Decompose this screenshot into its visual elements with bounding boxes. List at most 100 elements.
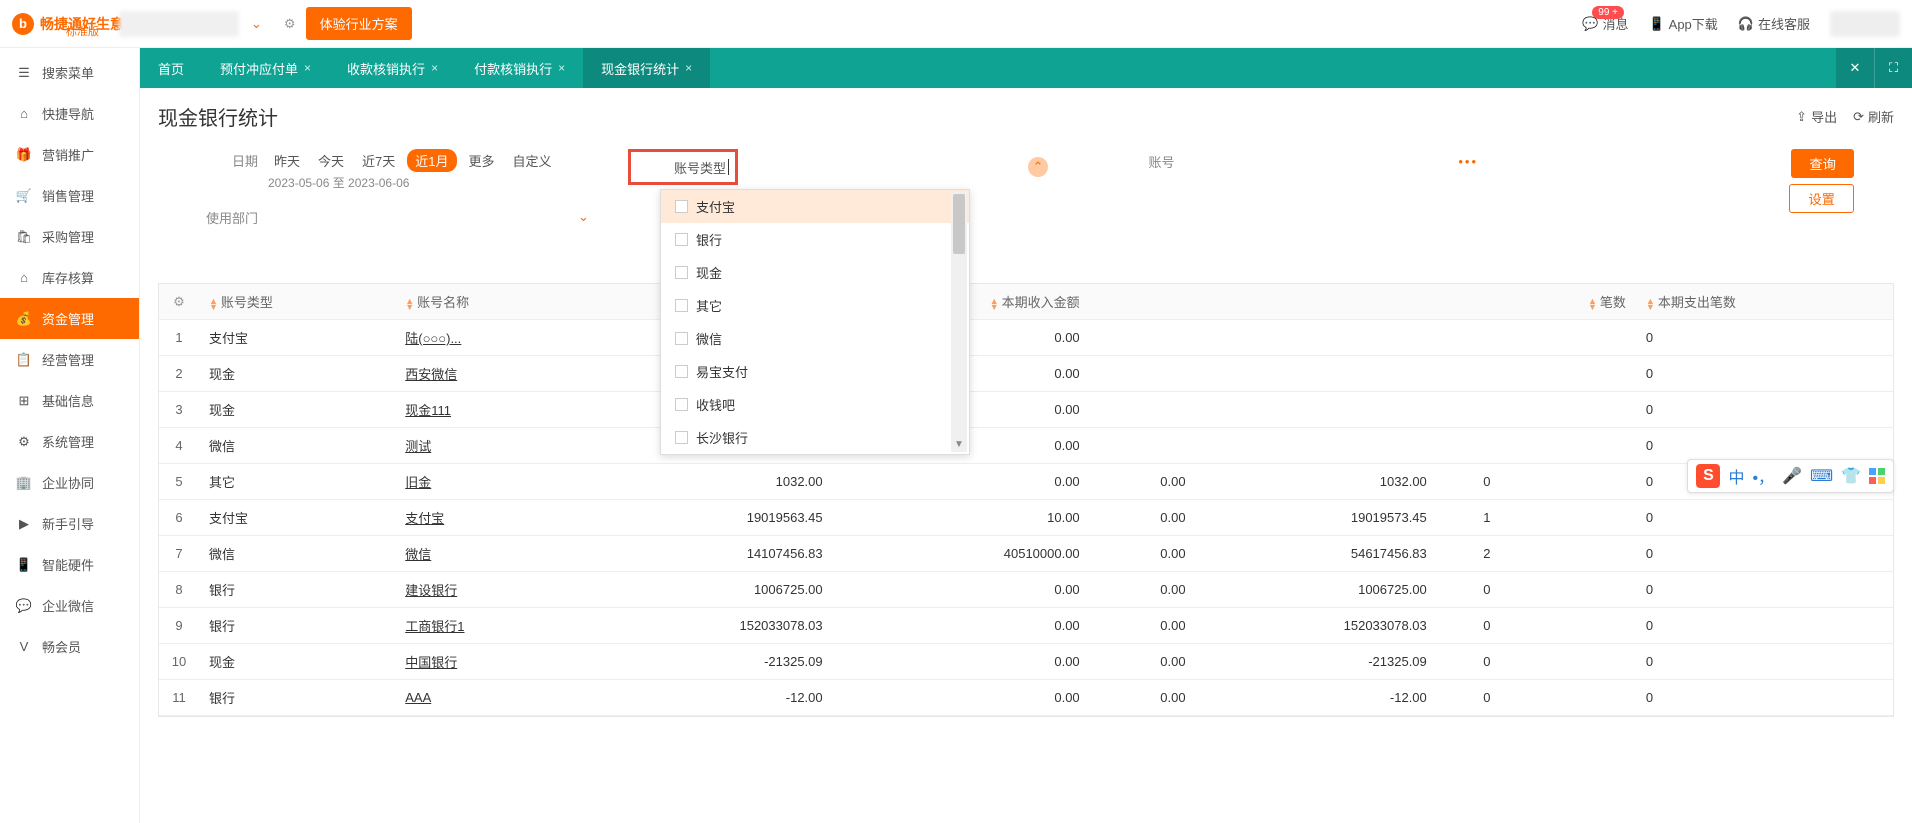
- sidebar-item-3[interactable]: 🛒销售管理: [0, 175, 139, 216]
- checkbox[interactable]: [675, 398, 688, 411]
- sidebar-item-13[interactable]: 💬企业微信: [0, 585, 139, 626]
- scroll-down-icon[interactable]: ▼: [954, 439, 964, 450]
- tab-expand-button[interactable]: ⛶: [1874, 48, 1912, 88]
- messages-link[interactable]: 💬 消息 99 +: [1582, 14, 1628, 33]
- tab-0[interactable]: 首页: [140, 48, 202, 88]
- sidebar-item-1[interactable]: ⌂快捷导航: [0, 93, 139, 134]
- sort-icon[interactable]: ▲▼: [1588, 298, 1597, 310]
- sidebar-item-2[interactable]: 🎁营销推广: [0, 134, 139, 175]
- ime-skin-icon[interactable]: 👕: [1841, 466, 1861, 486]
- tab-2[interactable]: 收款核销执行×: [329, 48, 456, 88]
- tab-close-icon[interactable]: ×: [685, 61, 692, 75]
- sidebar-item-10[interactable]: 🏢企业协同: [0, 462, 139, 503]
- ime-punct-icon[interactable]: •，: [1752, 464, 1774, 488]
- sidebar-item-4[interactable]: 🛍采购管理: [0, 216, 139, 257]
- export-button[interactable]: ⇪导出: [1796, 107, 1837, 126]
- ime-mic-icon[interactable]: 🎤: [1782, 466, 1802, 486]
- sort-icon[interactable]: ▲▼: [405, 298, 414, 310]
- sort-icon[interactable]: ▲▼: [990, 298, 999, 310]
- dept-chevron-icon[interactable]: ⌄: [578, 209, 589, 225]
- dropdown-option-2[interactable]: 现金: [661, 256, 969, 289]
- refresh-button[interactable]: ⟳刷新: [1853, 107, 1894, 126]
- more-filters-icon[interactable]: •••: [1458, 154, 1478, 169]
- dropdown-option-6[interactable]: 收钱吧: [661, 388, 969, 421]
- account-link[interactable]: 微信: [405, 547, 431, 562]
- checkbox[interactable]: [675, 299, 688, 312]
- date-tag-2[interactable]: 近7天: [356, 149, 401, 172]
- column-header-2[interactable]: ▲▼账号名称: [395, 284, 591, 320]
- tab-4[interactable]: 现金银行统计×: [583, 48, 710, 88]
- query-button[interactable]: 查询: [1791, 149, 1854, 178]
- checkbox[interactable]: [675, 332, 688, 345]
- sidebar-item-14[interactable]: V畅会员: [0, 626, 139, 667]
- sidebar-item-6[interactable]: 💰资金管理: [0, 298, 139, 339]
- column-header-6[interactable]: [1196, 284, 1437, 320]
- app-download-link[interactable]: 📱 App下载: [1648, 14, 1717, 33]
- tab-close-icon[interactable]: ×: [558, 61, 565, 75]
- sidebar-item-0[interactable]: ☰搜索菜单: [0, 52, 139, 93]
- date-tag-5[interactable]: 自定义: [507, 149, 558, 172]
- date-tag-1[interactable]: 今天: [312, 149, 350, 172]
- sidebar-item-9[interactable]: ⚙系统管理: [0, 421, 139, 462]
- tab-3[interactable]: 付款核销执行×: [456, 48, 583, 88]
- sidebar-item-7[interactable]: 📋经营管理: [0, 339, 139, 380]
- account-link[interactable]: 中国银行: [405, 655, 457, 670]
- dropdown-option-3[interactable]: 其它: [661, 289, 969, 322]
- date-tag-3[interactable]: 近1月: [407, 149, 456, 172]
- account-link[interactable]: 支付宝: [405, 511, 444, 526]
- column-header-9[interactable]: ▲▼本期支出笔数: [1636, 284, 1893, 320]
- checkbox[interactable]: [675, 266, 688, 279]
- ime-keyboard-icon[interactable]: ⌨: [1810, 466, 1833, 486]
- column-header-0[interactable]: ⚙: [159, 284, 199, 320]
- tab-close-icon[interactable]: ×: [304, 61, 311, 75]
- account-link[interactable]: AAA: [405, 690, 431, 705]
- account-link[interactable]: 工商银行1: [405, 619, 464, 634]
- account-link[interactable]: 旧金: [405, 475, 431, 490]
- account-input[interactable]: [1184, 149, 1448, 173]
- trial-button[interactable]: 体验行业方案: [306, 7, 412, 40]
- gear-icon[interactable]: ⚙: [284, 16, 296, 32]
- dropdown-option-7[interactable]: 长沙银行: [661, 421, 969, 454]
- dropdown-option-4[interactable]: 微信: [661, 322, 969, 355]
- date-tag-0[interactable]: 昨天: [268, 149, 306, 172]
- sidebar-item-12[interactable]: 📱智能硬件: [0, 544, 139, 585]
- sort-icon[interactable]: ▲▼: [1646, 298, 1655, 310]
- tab-close-button[interactable]: ✕: [1836, 48, 1874, 88]
- column-header-1[interactable]: ▲▼账号类型: [199, 284, 395, 320]
- org-chevron-icon[interactable]: ⌄: [251, 16, 262, 32]
- date-tag-4[interactable]: 更多: [463, 149, 501, 172]
- sidebar-item-8[interactable]: ⊞基础信息: [0, 380, 139, 421]
- account-link[interactable]: 西安微信: [405, 367, 457, 382]
- dropdown-option-0[interactable]: 支付宝: [661, 190, 969, 223]
- dept-input[interactable]: [268, 205, 548, 229]
- checkbox[interactable]: [675, 200, 688, 213]
- checkbox[interactable]: [675, 431, 688, 444]
- account-link[interactable]: 建设银行: [405, 583, 457, 598]
- sidebar-item-11[interactable]: ▶新手引导: [0, 503, 139, 544]
- checkbox[interactable]: [675, 233, 688, 246]
- dropdown-option-5[interactable]: 易宝支付: [661, 355, 969, 388]
- ime-lang-label[interactable]: 中: [1728, 464, 1744, 488]
- column-header-5[interactable]: [1090, 284, 1196, 320]
- sidebar-item-5[interactable]: ⌂库存核算: [0, 257, 139, 298]
- dropdown-scrollbar[interactable]: ▼: [951, 192, 967, 452]
- scrollbar-thumb[interactable]: [953, 194, 965, 254]
- column-header-7[interactable]: [1437, 284, 1501, 320]
- org-name-blurred[interactable]: [119, 11, 239, 37]
- account-type-collapse-icon[interactable]: ⌃: [1028, 157, 1048, 177]
- account-link[interactable]: 陆(○○○)...: [405, 331, 461, 346]
- account-link[interactable]: 现金111: [405, 403, 451, 418]
- column-header-8[interactable]: ▲▼笔数: [1500, 284, 1635, 320]
- support-link[interactable]: 🎧 在线客服: [1738, 14, 1810, 33]
- account-link[interactable]: 测试: [405, 439, 431, 454]
- sort-icon[interactable]: ▲▼: [209, 298, 218, 310]
- tab-1[interactable]: 预付冲应付单×: [202, 48, 329, 88]
- ime-toolbox-icon[interactable]: [1869, 468, 1885, 484]
- settings-button[interactable]: 设置: [1789, 184, 1854, 213]
- checkbox[interactable]: [675, 365, 688, 378]
- tab-close-icon[interactable]: ×: [431, 61, 438, 75]
- user-avatar-blurred[interactable]: [1830, 11, 1900, 37]
- dropdown-option-1[interactable]: 银行: [661, 223, 969, 256]
- ime-toolbar[interactable]: S 中 •， 🎤 ⌨ 👕: [1687, 459, 1894, 493]
- gear-icon[interactable]: ⚙: [173, 294, 185, 309]
